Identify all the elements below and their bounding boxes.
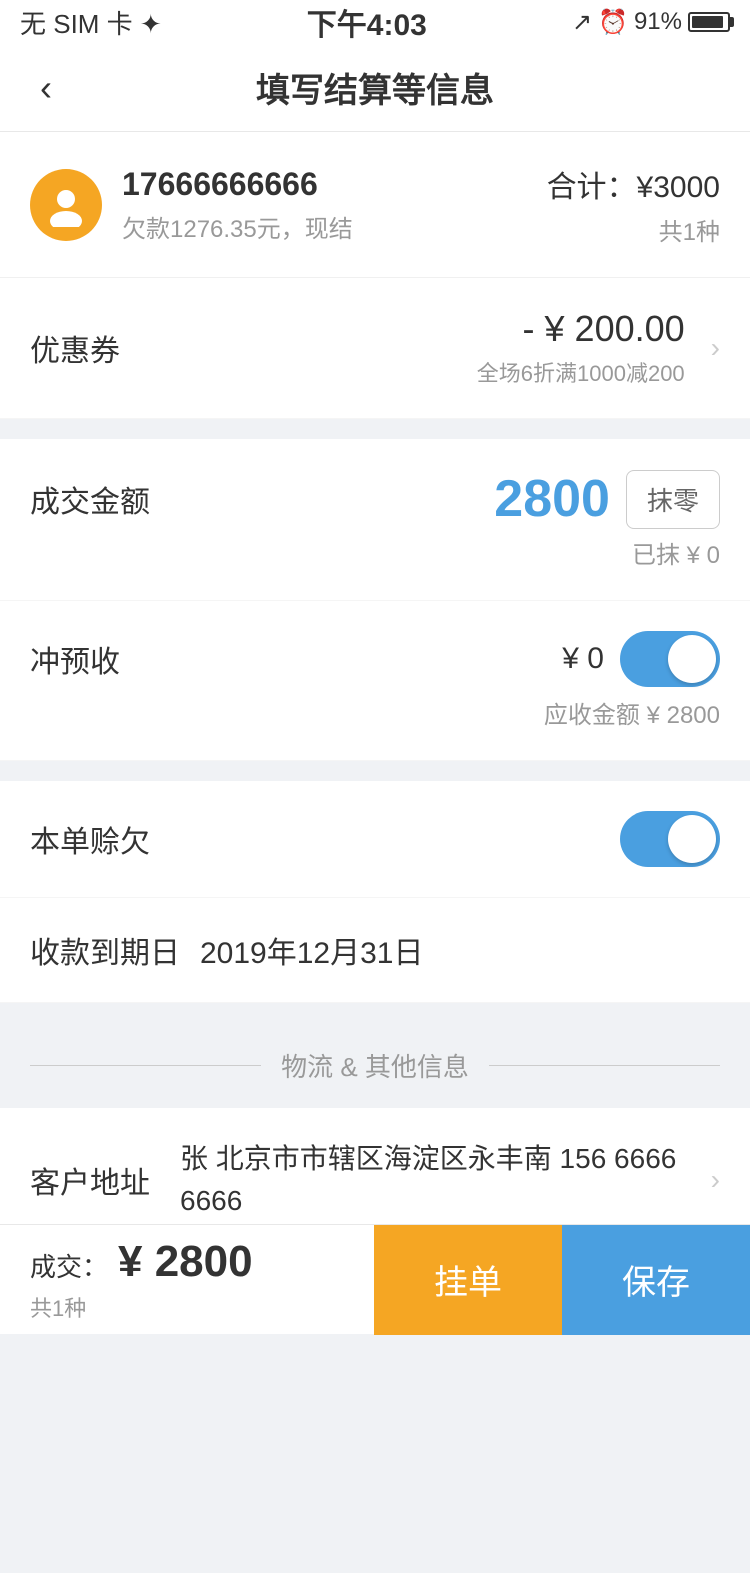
- location-icon: ↗: [572, 8, 592, 37]
- coupon-right: - ¥ 200.00 全场6折满1000减200 ›: [477, 308, 720, 388]
- transaction-sub: 已抹 ¥ 0: [30, 535, 720, 570]
- section-gap-1: [0, 419, 750, 439]
- logistics-header: 物流 & 其他信息: [0, 1023, 750, 1108]
- pre-collect-value: ¥ 0: [562, 642, 604, 676]
- section-gap-2: [0, 761, 750, 781]
- pre-collect-top: 冲预收 ¥ 0: [30, 631, 720, 687]
- address-label: 客户地址: [30, 1158, 150, 1202]
- clock-icon: ⏰: [598, 8, 628, 37]
- bottom-deal-count: 共1种: [30, 1291, 344, 1323]
- customer-info: 17666666666 欠款1276.35元，现结: [122, 166, 353, 244]
- back-button[interactable]: ‹: [30, 57, 62, 119]
- sim-status: 无 SIM 卡 ✦: [20, 4, 162, 41]
- logistics-line-right: [489, 1065, 720, 1066]
- page-title: 填写结算等信息: [256, 63, 494, 112]
- logistics-text: 物流 & 其他信息: [281, 1047, 469, 1084]
- coupon-label: 优惠券: [30, 326, 120, 370]
- customer-phone: 17666666666: [122, 166, 353, 203]
- address-chevron-icon: ›: [711, 1164, 720, 1196]
- pre-collect-sub: 应收金额 ¥ 2800: [30, 695, 720, 730]
- total-amount: 合计：¥3000: [547, 162, 720, 206]
- battery-icon: [688, 12, 730, 32]
- avatar-icon: [44, 183, 88, 227]
- bottom-bar: 成交： ¥ 2800 共1种 挂单 保存: [0, 1224, 750, 1334]
- content-area: 17666666666 欠款1276.35元，现结 合计：¥3000 共1种 优…: [0, 132, 750, 1573]
- address-value: 张 北京市市辖区海淀区永丰南 156 6666 6666: [180, 1138, 701, 1222]
- transaction-amount: 2800: [494, 469, 610, 529]
- pre-collect-label: 冲预收: [30, 637, 120, 681]
- amount-row: 成交金额 2800 抹零: [30, 469, 720, 529]
- transaction-section: 成交金额 2800 抹零 已抹 ¥ 0: [0, 439, 750, 601]
- transaction-label: 成交金额: [30, 477, 150, 521]
- total-count: 共1种: [547, 212, 720, 247]
- battery-percent: 91%: [634, 8, 682, 36]
- due-date-label: 收款到期日: [30, 928, 180, 972]
- pre-collect-section: 冲预收 ¥ 0 应收金额 ¥ 2800: [0, 601, 750, 761]
- debt-row: 本单赊欠: [0, 781, 750, 898]
- coupon-desc: 全场6折满1000减200: [477, 356, 685, 388]
- toggle-knob: [668, 635, 716, 683]
- customer-right: 合计：¥3000 共1种: [547, 162, 720, 247]
- customer-debt: 欠款1276.35元，现结: [122, 209, 353, 244]
- hold-button[interactable]: 挂单: [374, 1225, 562, 1335]
- nav-bar: ‹ 填写结算等信息: [0, 44, 750, 132]
- section-gap-3: [0, 1003, 750, 1023]
- due-date-row: 收款到期日 2019年12月31日: [0, 898, 750, 1003]
- pre-collect-toggle[interactable]: [620, 631, 720, 687]
- amount-right: 2800 抹零: [494, 469, 720, 529]
- bottom-deal-amount: ¥ 2800: [118, 1237, 253, 1287]
- save-button[interactable]: 保存: [562, 1225, 750, 1335]
- bottom-deal-label: 成交：: [30, 1247, 108, 1284]
- coupon-row[interactable]: 优惠券 - ¥ 200.00 全场6折满1000减200 ›: [0, 278, 750, 419]
- status-time: 下午4:03: [307, 0, 427, 44]
- customer-left: 17666666666 欠款1276.35元，现结: [30, 166, 353, 244]
- coupon-discount: - ¥ 200.00: [477, 308, 685, 350]
- bottom-summary-top: 成交： ¥ 2800: [30, 1237, 344, 1287]
- battery-fill: [692, 16, 723, 28]
- due-date-value: 2019年12月31日: [200, 928, 423, 972]
- bottom-summary: 成交： ¥ 2800 共1种: [0, 1237, 374, 1323]
- avatar: [30, 169, 102, 241]
- status-bar: 无 SIM 卡 ✦ 下午4:03 ↗ ⏰ 91%: [0, 0, 750, 44]
- debt-label: 本单赊欠: [30, 817, 150, 861]
- logistics-line-left: [30, 1065, 261, 1066]
- coupon-values: - ¥ 200.00 全场6折满1000减200: [477, 308, 685, 388]
- round-zero-button[interactable]: 抹零: [626, 470, 720, 529]
- debt-toggle[interactable]: [620, 811, 720, 867]
- debt-toggle-knob: [668, 815, 716, 863]
- status-right: ↗ ⏰ 91%: [572, 8, 730, 37]
- status-left: 无 SIM 卡 ✦: [20, 4, 162, 41]
- chevron-right-icon: ›: [711, 332, 720, 364]
- customer-card: 17666666666 欠款1276.35元，现结 合计：¥3000 共1种: [0, 132, 750, 278]
- pre-collect-right: ¥ 0: [562, 631, 720, 687]
